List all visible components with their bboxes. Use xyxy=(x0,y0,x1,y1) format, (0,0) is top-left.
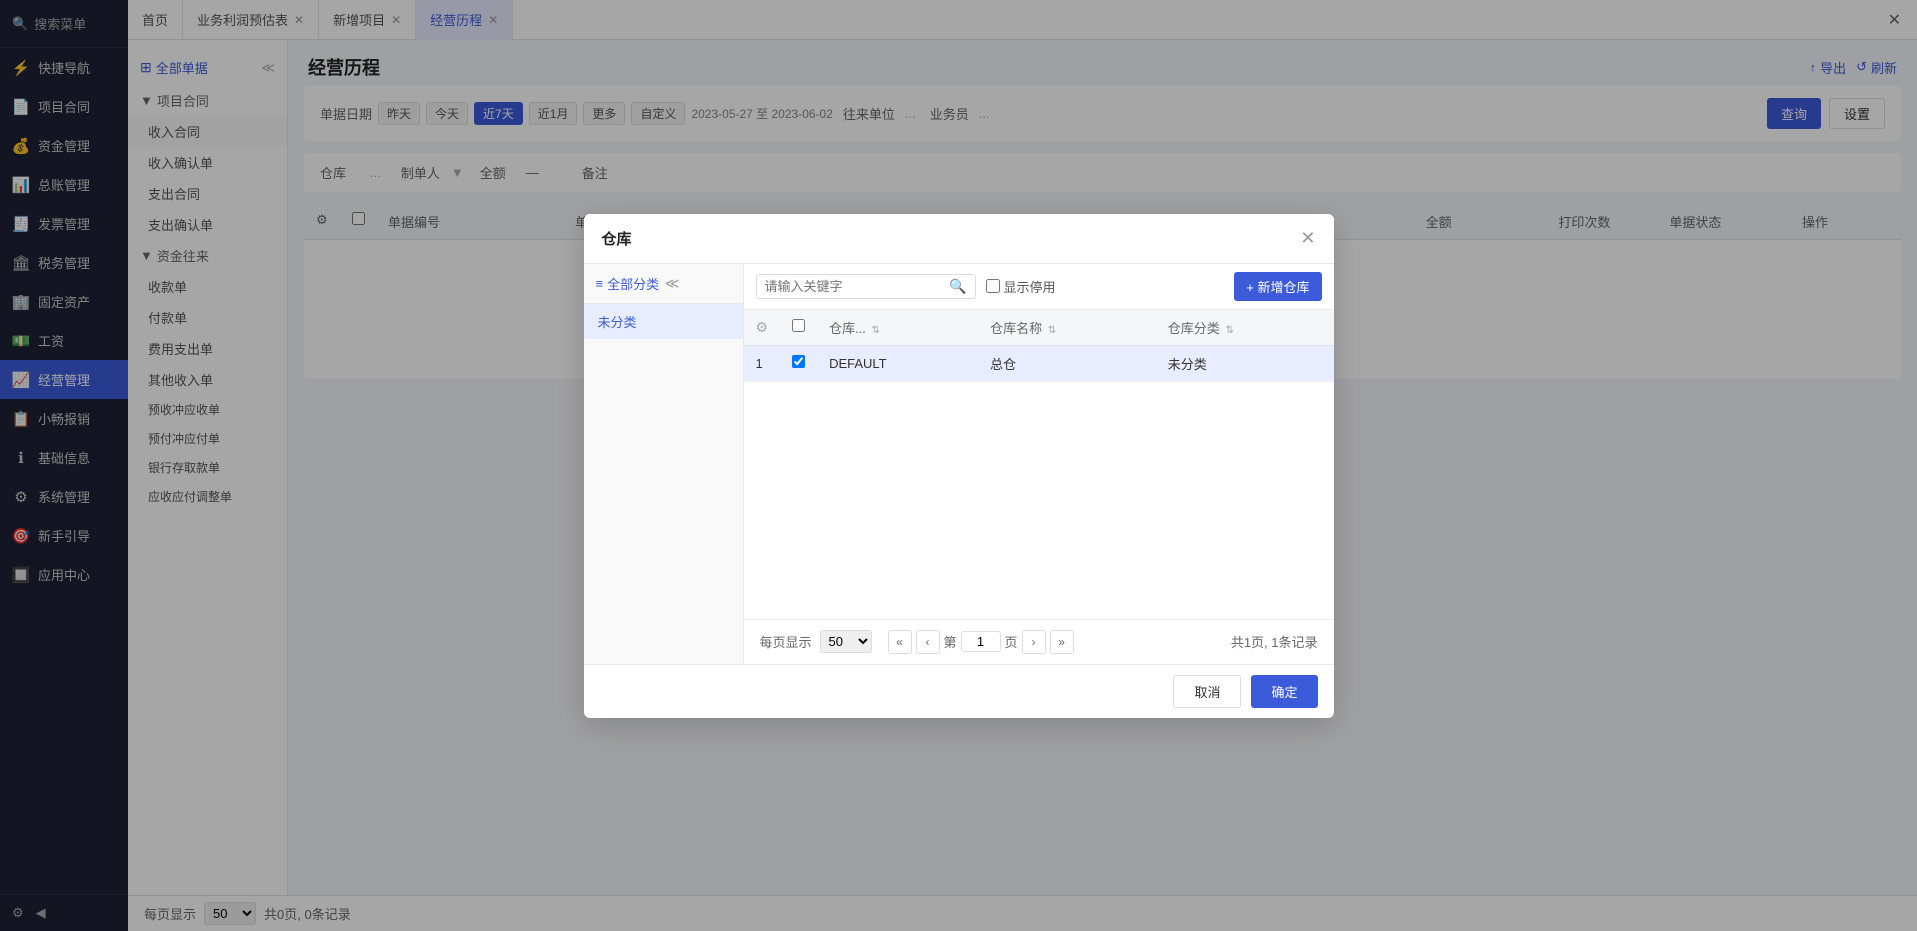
dialog-title: 仓库 xyxy=(602,228,632,249)
dialog-left-header: ≡ 全部分类 ≪ xyxy=(584,264,743,304)
dialog-actions: 取消 确定 xyxy=(584,664,1334,718)
show-disabled-checkbox[interactable] xyxy=(986,279,1000,293)
category-sort-icon: ⇅ xyxy=(1225,325,1233,336)
dialog-table: ⚙ 仓库... ⇅ 仓库名称 xyxy=(744,310,1334,619)
dialog-right-panel: 🔍 显示停用 + 新增仓库 ⚙ xyxy=(744,264,1334,664)
th-code[interactable]: 仓库... ⇅ xyxy=(817,310,978,346)
col-settings-icon[interactable]: ⚙ xyxy=(756,319,769,335)
row-code: DEFAULT xyxy=(817,345,978,381)
th-category[interactable]: 仓库分类 ⇅ xyxy=(1156,310,1334,346)
row-select[interactable] xyxy=(792,355,805,368)
dialog-body: ≡ 全部分类 ≪ 未分类 🔍 显示停 xyxy=(584,264,1334,664)
row-category: 未分类 xyxy=(1156,345,1334,381)
dialog-header: 仓库 ✕ xyxy=(584,214,1334,264)
th-settings[interactable]: ⚙ xyxy=(744,310,781,346)
warehouse-dialog: 仓库 ✕ ≡ 全部分类 ≪ 未分类 xyxy=(584,214,1334,718)
dialog-select-all[interactable] xyxy=(792,319,805,332)
th-checkbox xyxy=(780,310,817,346)
row-name: 总仓 xyxy=(978,345,1156,381)
name-sort-icon: ⇅ xyxy=(1048,325,1056,336)
row-checkbox[interactable] xyxy=(780,345,817,381)
dialog-toolbar: 🔍 显示停用 + 新增仓库 xyxy=(744,264,1334,310)
dialog-left-panel: ≡ 全部分类 ≪ 未分类 xyxy=(584,264,744,664)
show-disabled-label[interactable]: 显示停用 xyxy=(986,277,1056,296)
page-last-btn[interactable]: » xyxy=(1050,630,1074,654)
dialog-search-icon: 🔍 xyxy=(949,278,966,295)
dialog-search-box[interactable]: 🔍 xyxy=(756,274,976,299)
page-first-btn[interactable]: « xyxy=(888,630,912,654)
cancel-button[interactable]: 取消 xyxy=(1173,675,1241,708)
th-name[interactable]: 仓库名称 ⇅ xyxy=(978,310,1156,346)
dialog-left-item-uncat[interactable]: 未分类 xyxy=(584,304,743,339)
confirm-button[interactable]: 确定 xyxy=(1251,675,1317,708)
page-prev-btn[interactable]: ‹ xyxy=(916,630,940,654)
dialog-overlay: 仓库 ✕ ≡ 全部分类 ≪ 未分类 xyxy=(0,0,1917,931)
left-panel-collapse-icon[interactable]: ≪ xyxy=(663,274,681,292)
dialog-close-button[interactable]: ✕ xyxy=(1300,228,1315,249)
dialog-page-size-select[interactable]: 50 100 xyxy=(820,630,872,653)
add-warehouse-button[interactable]: + 新增仓库 xyxy=(1234,272,1321,301)
list-icon: ≡ xyxy=(596,276,604,291)
code-sort-icon: ⇅ xyxy=(872,325,880,336)
all-category-label: 全部分类 xyxy=(607,274,659,293)
page-number-input[interactable] xyxy=(961,631,1001,652)
page-next-btn[interactable]: › xyxy=(1022,630,1046,654)
table-row[interactable]: 1 DEFAULT 总仓 未分类 xyxy=(744,345,1334,381)
page-total: 共1页, 1条记录 xyxy=(1231,632,1318,651)
dialog-table-header-row: ⚙ 仓库... ⇅ 仓库名称 xyxy=(744,310,1334,346)
pagination-info: 每页显示 50 100 xyxy=(760,630,872,653)
page-nav: « ‹ 第 页 › » xyxy=(888,630,1074,654)
row-id: 1 xyxy=(744,345,781,381)
dialog-search-input[interactable] xyxy=(765,279,944,294)
dialog-pagination: 每页显示 50 100 « ‹ 第 页 › » xyxy=(744,619,1334,664)
